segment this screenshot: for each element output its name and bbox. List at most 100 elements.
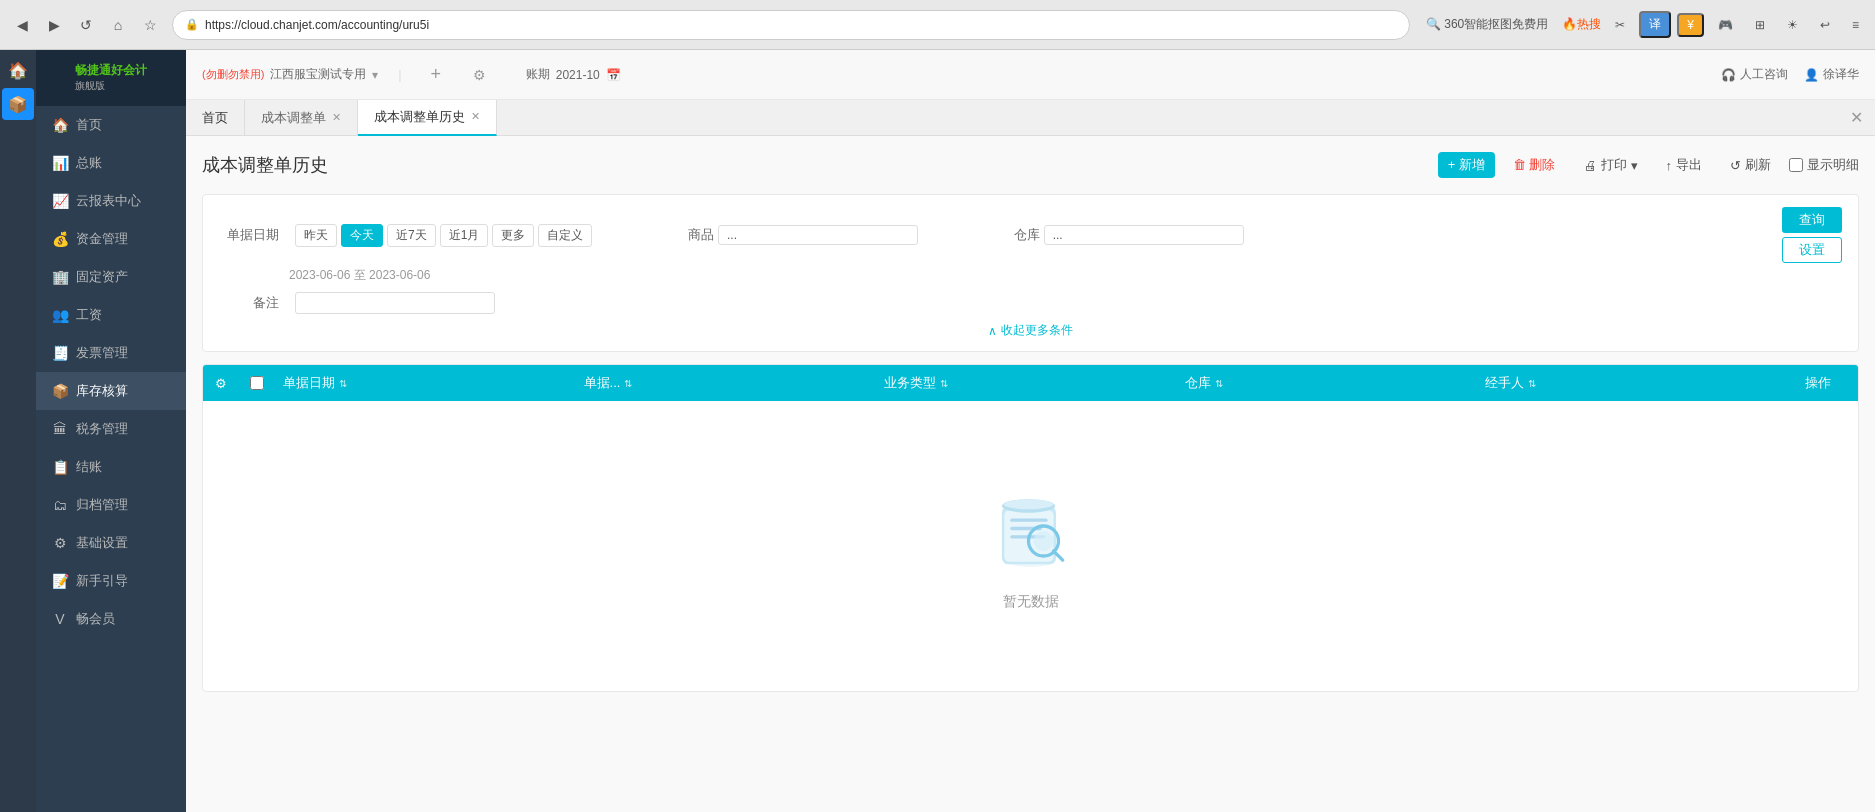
sidebar-item-settings[interactable]: ⚙ 基础设置 bbox=[36, 524, 186, 562]
refresh-button[interactable]: ↺ bbox=[72, 11, 100, 39]
user-name-text: 徐译华 bbox=[1823, 66, 1859, 83]
company-selector[interactable]: (勿删勿禁用) 江西服宝测试专用 ▾ bbox=[202, 66, 378, 83]
sidebar-item-salary[interactable]: 👥 工资 bbox=[36, 296, 186, 334]
sidebar-item-funds[interactable]: 💰 资金管理 bbox=[36, 220, 186, 258]
menu-btn[interactable]: ≡ bbox=[1844, 14, 1867, 36]
sidebar-item-label: 资金管理 bbox=[76, 230, 128, 248]
tab-cost-adjust-close[interactable]: ✕ bbox=[332, 111, 341, 124]
th-number[interactable]: 单据... ⇅ bbox=[576, 374, 877, 392]
hot-search-label[interactable]: 🔥热搜 bbox=[1562, 16, 1601, 33]
sidebar-item-reports[interactable]: 📈 云报表中心 bbox=[36, 182, 186, 220]
add-button[interactable]: + 新增 bbox=[1438, 152, 1495, 178]
undo-btn[interactable]: ↩ bbox=[1812, 14, 1838, 36]
show-columns-text: 显示明细 bbox=[1807, 156, 1859, 174]
export-icon: ↑ bbox=[1666, 158, 1673, 173]
tab-bar-close-all[interactable]: ✕ bbox=[1838, 108, 1875, 127]
brightness-btn[interactable]: ☀ bbox=[1779, 14, 1806, 36]
print-button[interactable]: 🖨 打印 ▾ bbox=[1574, 152, 1648, 178]
tab-cost-adjust-history-close[interactable]: ✕ bbox=[471, 110, 480, 123]
tab-home[interactable]: 首页 bbox=[186, 100, 245, 136]
sidebar-item-home[interactable]: 🏠 首页 bbox=[36, 106, 186, 144]
sidebar-item-tax[interactable]: 🏛 税务管理 bbox=[36, 410, 186, 448]
date-filter-label: 单据日期 bbox=[219, 226, 279, 244]
th-number-label: 单据... bbox=[584, 374, 621, 392]
sidebar-item-closing[interactable]: 📋 结账 bbox=[36, 448, 186, 486]
export-button[interactable]: ↑ 导出 bbox=[1656, 152, 1713, 178]
sidebar-item-ledger[interactable]: 📊 总账 bbox=[36, 144, 186, 182]
warehouse-select[interactable]: ... bbox=[1044, 225, 1244, 245]
search-icon: 🔍 bbox=[1426, 17, 1441, 31]
gold-btn[interactable]: ¥ bbox=[1677, 13, 1704, 37]
th-settings[interactable]: ⚙ bbox=[203, 376, 239, 391]
add-tab-button[interactable]: + bbox=[422, 61, 450, 89]
tab-cost-adjust[interactable]: 成本调整单 ✕ bbox=[245, 100, 358, 136]
th-operator-label: 经手人 bbox=[1485, 374, 1524, 392]
collapse-button[interactable]: ∧ 收起更多条件 bbox=[219, 322, 1842, 339]
date-btn-more[interactable]: 更多 bbox=[492, 224, 534, 247]
forward-button[interactable]: ▶ bbox=[40, 11, 68, 39]
topbar-settings-button[interactable]: ⚙ bbox=[466, 61, 494, 89]
show-columns-checkbox[interactable] bbox=[1789, 158, 1803, 172]
address-bar[interactable]: 🔒 https://cloud.chanjet.com/accounting/u… bbox=[172, 10, 1410, 40]
sort-icon-number: ⇅ bbox=[624, 378, 632, 389]
date-button-group: 昨天 今天 近7天 近1月 更多 自定义 bbox=[295, 224, 592, 247]
sidebar-item-label: 云报表中心 bbox=[76, 192, 141, 210]
select-all-checkbox[interactable] bbox=[250, 376, 264, 390]
app-logo-sub: 旗舰版 bbox=[75, 79, 147, 93]
svg-point-10 bbox=[1003, 499, 1053, 509]
sidebar-item-fixed-assets[interactable]: 🏢 固定资产 bbox=[36, 258, 186, 296]
support-button[interactable]: 🎧 人工咨询 bbox=[1721, 66, 1788, 83]
query-button[interactable]: 查询 bbox=[1782, 207, 1842, 233]
salary-icon: 👥 bbox=[52, 307, 68, 323]
topbar-sep1: | bbox=[398, 67, 401, 82]
date-btn-custom[interactable]: 自定义 bbox=[538, 224, 592, 247]
sidebar-item-archive[interactable]: 🗂 归档管理 bbox=[36, 486, 186, 524]
back-button[interactable]: ◀ bbox=[8, 11, 36, 39]
date-btn-yesterday[interactable]: 昨天 bbox=[295, 224, 337, 247]
date-btn-today[interactable]: 今天 bbox=[341, 224, 383, 247]
user-button[interactable]: 👤 徐译华 bbox=[1804, 66, 1859, 83]
refresh-button[interactable]: ↺ 刷新 bbox=[1720, 152, 1781, 178]
th-biz-type[interactable]: 业务类型 ⇅ bbox=[876, 374, 1177, 392]
app-container: 🏠 📦 畅捷通好会计 旗舰版 🏠 首页 📊 总账 📈 云报表中心 💰 资金管理 … bbox=[0, 50, 1875, 812]
delete-button[interactable]: 🗑 删除 bbox=[1503, 152, 1566, 178]
browser-tools: 🔍 360智能抠图免费用 🔥热搜 ✂ 译 ¥ 🎮 ⊞ ☀ ↩ ≡ bbox=[1418, 11, 1867, 38]
sidebar-item-inventory[interactable]: 📦 库存核算 bbox=[36, 372, 186, 410]
sidebar-item-vip[interactable]: V 畅会员 bbox=[36, 600, 186, 638]
sidebar-item-invoice[interactable]: 🧾 发票管理 bbox=[36, 334, 186, 372]
sort-icon-warehouse: ⇅ bbox=[1215, 378, 1223, 389]
guide-icon: 📝 bbox=[52, 573, 68, 589]
sidebar-item-label: 总账 bbox=[76, 154, 102, 172]
grid-btn[interactable]: ⊞ bbox=[1747, 14, 1773, 36]
closing-icon: 📋 bbox=[52, 459, 68, 475]
remark-input[interactable] bbox=[295, 292, 495, 314]
rail-icon-home[interactable]: 🏠 bbox=[2, 54, 34, 86]
home-button[interactable]: ⌂ bbox=[104, 11, 132, 39]
goods-dots: ... bbox=[727, 228, 737, 242]
period-info: 账期 2021-10 📅 bbox=[526, 66, 621, 83]
th-warehouse[interactable]: 仓库 ⇅ bbox=[1177, 374, 1478, 392]
company-name-text: 江西服宝测试专用 bbox=[270, 66, 366, 83]
th-checkbox-all[interactable] bbox=[239, 376, 275, 390]
th-date[interactable]: 单据日期 ⇅ bbox=[275, 374, 576, 392]
filter-settings-button[interactable]: 设置 bbox=[1782, 237, 1842, 263]
goods-select[interactable]: ... bbox=[718, 225, 918, 245]
date-range-text: 2023-06-06 至 2023-06-06 bbox=[289, 267, 430, 284]
star-button[interactable]: ☆ bbox=[136, 11, 164, 39]
date-btn-7days[interactable]: 近7天 bbox=[387, 224, 436, 247]
th-operator[interactable]: 经手人 ⇅ bbox=[1477, 374, 1778, 392]
search-tool-btn[interactable]: 🔍 360智能抠图免费用 bbox=[1418, 12, 1556, 37]
sidebar-item-guide[interactable]: 📝 新手引导 bbox=[36, 562, 186, 600]
translate-btn[interactable]: 译 bbox=[1639, 11, 1671, 38]
scissors-btn[interactable]: ✂ bbox=[1607, 14, 1633, 36]
rail-icon-active[interactable]: 📦 bbox=[2, 88, 34, 120]
game-btn[interactable]: 🎮 bbox=[1710, 14, 1741, 36]
tab-cost-adjust-history[interactable]: 成本调整单历史 ✕ bbox=[358, 100, 497, 136]
user-icon: 👤 bbox=[1804, 68, 1819, 82]
page-header: 成本调整单历史 + 新增 🗑 删除 🖨 打印 ▾ ↑ 导出 ↺ bbox=[202, 152, 1859, 178]
sidebar-item-label: 新手引导 bbox=[76, 572, 128, 590]
remark-label: 备注 bbox=[219, 294, 279, 312]
empty-text: 暂无数据 bbox=[1003, 593, 1059, 611]
show-columns-label[interactable]: 显示明细 bbox=[1789, 156, 1859, 174]
date-btn-month[interactable]: 近1月 bbox=[440, 224, 489, 247]
